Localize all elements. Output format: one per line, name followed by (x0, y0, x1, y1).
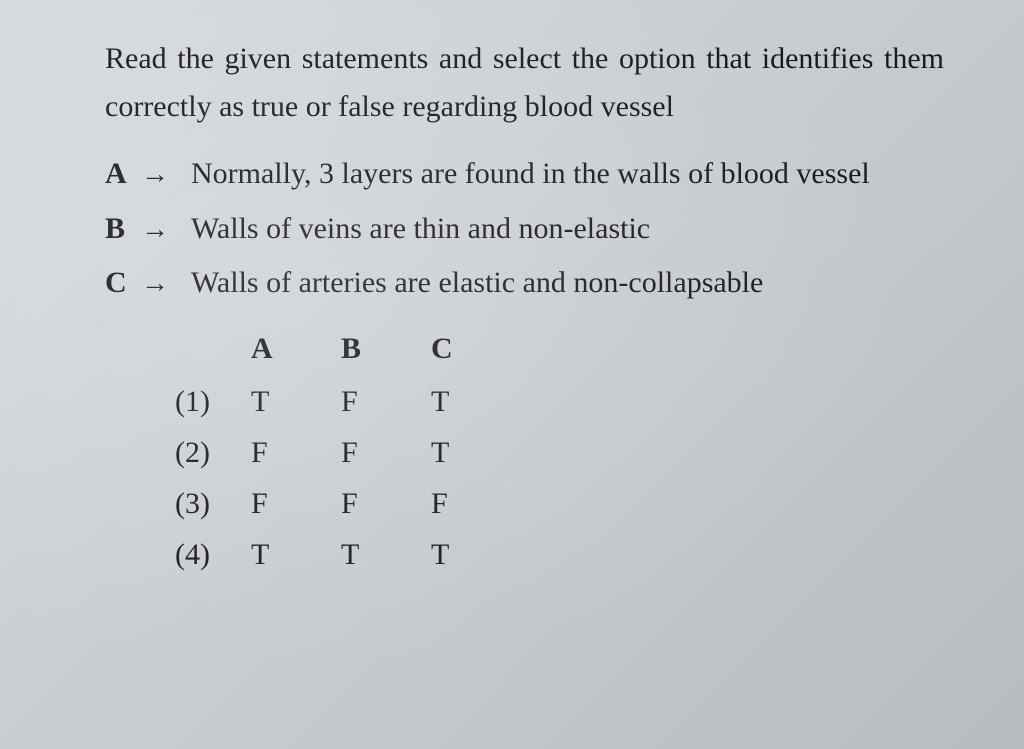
statement-label: A (105, 151, 141, 198)
arrow-icon: → (141, 151, 191, 196)
statement-b: B → Walls of veins are thin and non-elas… (105, 206, 944, 253)
option-row-3[interactable]: (3) F F F (175, 478, 944, 529)
statements-block: A → Normally, 3 layers are found in the … (105, 151, 944, 307)
arrow-icon: → (141, 260, 191, 305)
column-header-c: C (431, 332, 521, 366)
statement-label: C (105, 260, 141, 307)
statement-label: B (105, 206, 141, 253)
column-header-a: A (251, 332, 341, 366)
option-row-1[interactable]: (1) T F T (175, 376, 944, 427)
option-number: (1) (175, 376, 251, 427)
option-number: (4) (175, 529, 251, 580)
option-value: F (431, 478, 521, 529)
option-number: (3) (175, 478, 251, 529)
option-value: F (251, 478, 341, 529)
option-value: T (431, 376, 521, 427)
option-value: F (251, 427, 341, 478)
statement-text: Normally, 3 layers are found in the wall… (191, 151, 944, 198)
arrow-icon: → (141, 206, 191, 251)
statement-text: Walls of veins are thin and non-elastic (191, 206, 944, 253)
options-header: A B C (175, 332, 944, 366)
option-value: T (431, 427, 521, 478)
statement-text: Walls of arteries are elastic and non-co… (191, 260, 944, 307)
option-value: T (251, 529, 341, 580)
column-header-b: B (341, 332, 431, 366)
option-row-2[interactable]: (2) F F T (175, 427, 944, 478)
option-value: T (251, 376, 341, 427)
options-area: A B C (1) T F T (2) F F T (3) F F F (4) … (105, 332, 944, 580)
option-value: T (341, 529, 431, 580)
option-value: T (431, 529, 521, 580)
option-value: F (341, 427, 431, 478)
statement-c: C → Walls of arteries are elastic and no… (105, 260, 944, 307)
option-value: F (341, 478, 431, 529)
option-number: (2) (175, 427, 251, 478)
question-stem: Read the given statements and select the… (105, 35, 944, 131)
statement-a: A → Normally, 3 layers are found in the … (105, 151, 944, 198)
option-value: F (341, 376, 431, 427)
option-row-4[interactable]: (4) T T T (175, 529, 944, 580)
